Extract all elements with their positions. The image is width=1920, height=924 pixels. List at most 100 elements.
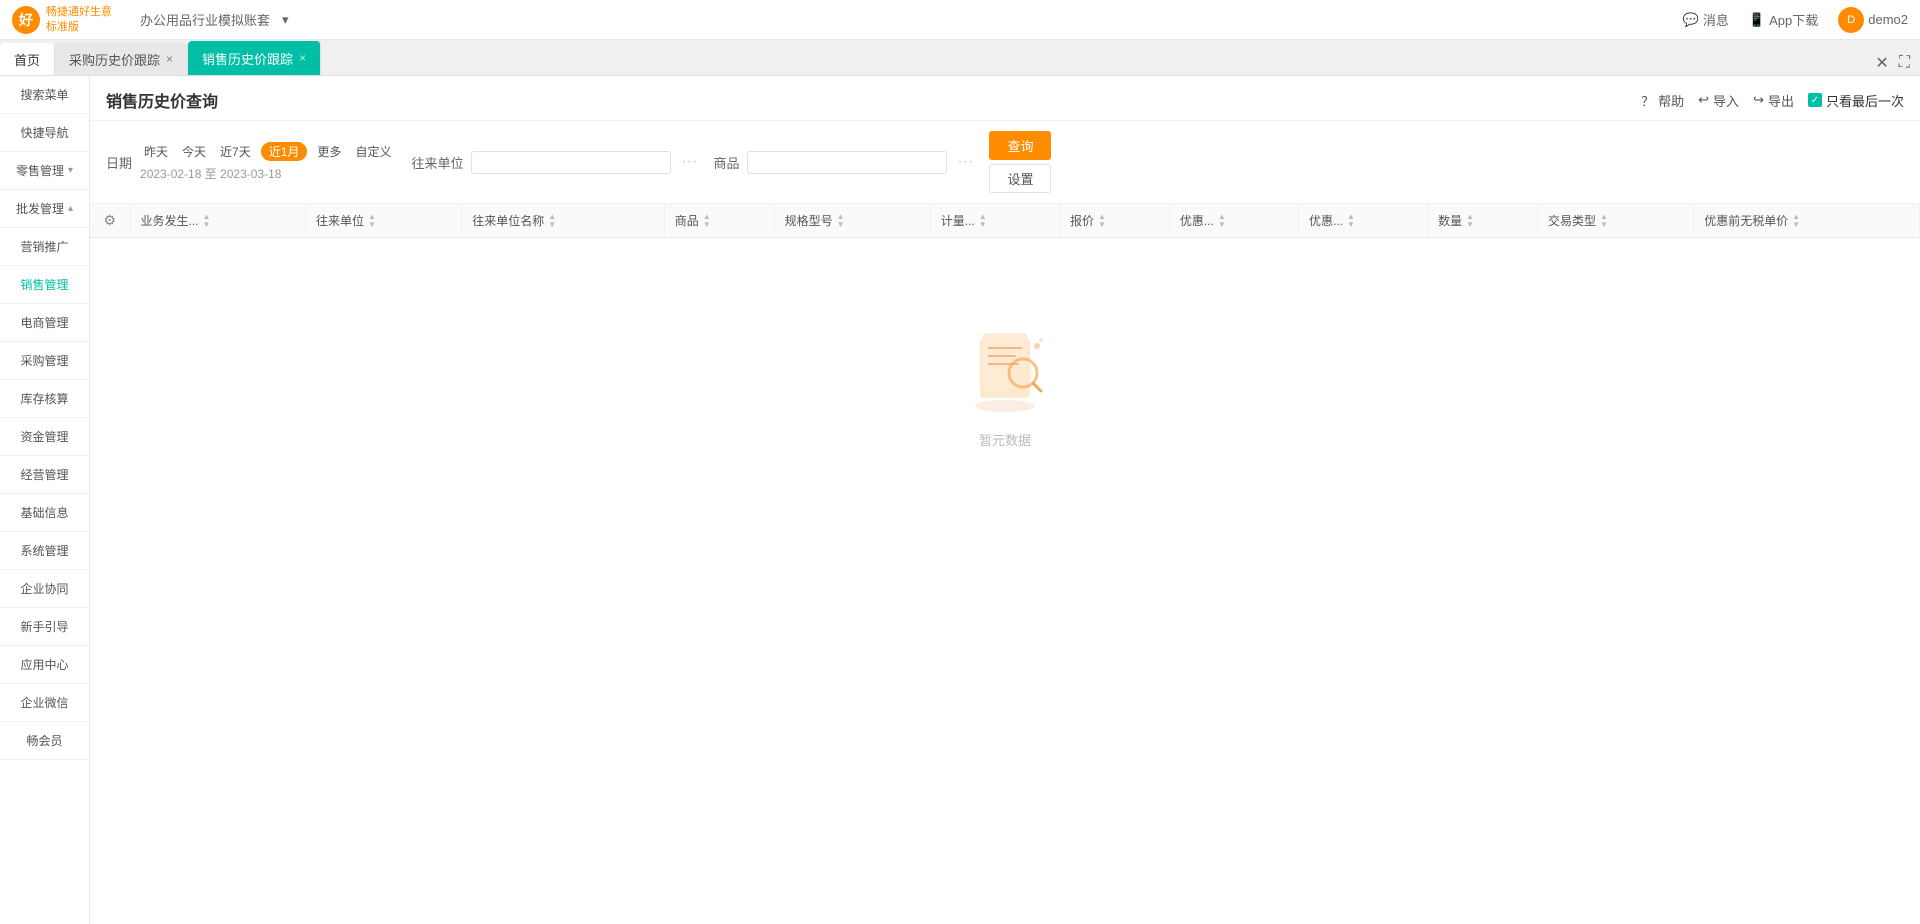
col-discount2[interactable]: 优惠... ▲▼ [1298, 204, 1427, 238]
page-container: 销售历史价查询 ？ 帮助 ↩ 导入 ↪ 导出 ✓ [90, 76, 1920, 924]
sidebar-item-retail-mgmt[interactable]: 零售管理 ▾ [0, 152, 89, 190]
message-icon: 💬 [1683, 12, 1699, 28]
import-icon: ↩ [1698, 92, 1709, 108]
sidebar: 搜索菜单 快捷导航 零售管理 ▾ 批发管理 ▴ 营销推广 销售管理 电商管理 采… [0, 76, 90, 924]
tab-bar: 首页 采购历史价跟踪 × 销售历史价跟踪 × ✕ ⛶ [0, 40, 1920, 76]
sidebar-item-system-mgmt[interactable]: 系统管理 [0, 532, 89, 570]
tab-purchase-history[interactable]: 采购历史价跟踪 × [55, 43, 188, 75]
sidebar-item-search-menu[interactable]: 搜索菜单 [0, 76, 89, 114]
main-layout: 搜索菜单 快捷导航 零售管理 ▾ 批发管理 ▴ 营销推广 销售管理 电商管理 采… [0, 76, 1920, 924]
avatar: D [1838, 7, 1864, 33]
query-button[interactable]: 查询 [989, 131, 1051, 160]
sidebar-item-enterprise-collab[interactable]: 企业协同 [0, 570, 89, 608]
sort-icon: ▲▼ [1792, 213, 1800, 229]
sidebar-item-marketing[interactable]: 营销推广 [0, 228, 89, 266]
tab-sales-history[interactable]: 销售历史价跟踪 × [188, 41, 321, 75]
sort-icon: ▲▼ [979, 213, 987, 229]
sort-icon: ▲▼ [1218, 213, 1226, 229]
sort-icon: ▲▼ [837, 213, 845, 229]
partner-filter-group: 往来单位 ··· [411, 151, 697, 174]
date-filter-group: 日期 昨天 今天 近7天 近1月 更多 自定义 2023-02-18 至 202… [106, 142, 395, 182]
message-btn[interactable]: 💬 消息 [1683, 10, 1729, 29]
col-settings[interactable]: ⚙ [90, 204, 130, 238]
col-spec[interactable]: 规格型号 ▲▼ [774, 204, 930, 238]
date-filters: 昨天 今天 近7天 近1月 更多 自定义 2023-02-18 至 2023-0… [140, 142, 395, 182]
date-label: 日期 [106, 153, 132, 172]
product-input[interactable] [747, 151, 947, 174]
sort-icon: ▲▼ [203, 213, 211, 229]
export-btn[interactable]: ↪ 导出 [1753, 91, 1794, 110]
product-filter-group: 商品 ··· [713, 151, 973, 174]
product-label: 商品 [713, 153, 739, 172]
date-btn-custom[interactable]: 自定义 [351, 142, 395, 161]
sort-icon: ▲▼ [1466, 213, 1474, 229]
empty-text: 暂元数据 [979, 430, 1031, 449]
partner-input[interactable] [471, 151, 671, 174]
logo-text: 畅捷通好生意 标准版 [46, 5, 112, 34]
sort-icon: ▲▼ [1347, 213, 1355, 229]
sidebar-item-beginner-guide[interactable]: 新手引导 [0, 608, 89, 646]
only-last-checkbox[interactable]: ✓ 只看最后一次 [1808, 91, 1904, 110]
tab-bar-actions: ✕ ⛶ [1875, 53, 1920, 75]
partner-dots-icon[interactable]: ··· [681, 153, 697, 171]
date-btn-7days[interactable]: 近7天 [216, 142, 255, 161]
date-btn-today[interactable]: 今天 [178, 142, 210, 161]
sidebar-item-basic-info[interactable]: 基础信息 [0, 494, 89, 532]
sidebar-item-wholesale-mgmt[interactable]: 批发管理 ▴ [0, 190, 89, 228]
col-pre-tax-price[interactable]: 优惠前无税单价 ▲▼ [1694, 204, 1920, 238]
logo-area: 好 畅捷通好生意 标准版 [12, 5, 112, 34]
table-header-row: ⚙ 业务发生... ▲▼ 往来单位 [90, 204, 1920, 238]
sidebar-item-quick-nav[interactable]: 快捷导航 [0, 114, 89, 152]
sort-icon: ▲▼ [1098, 213, 1106, 229]
col-partner-name[interactable]: 往来单位名称 ▲▼ [462, 204, 665, 238]
sidebar-item-app-center[interactable]: 应用中心 [0, 646, 89, 684]
tab-close-purchase[interactable]: × [166, 52, 173, 66]
settings-button[interactable]: 设置 [989, 164, 1051, 193]
filter-action-buttons: 查询 设置 [989, 131, 1051, 193]
sort-icon: ▲▼ [703, 213, 711, 229]
help-btn[interactable]: ？ 帮助 [1641, 91, 1684, 110]
page-header: 销售历史价查询 ？ 帮助 ↩ 导入 ↪ 导出 ✓ [90, 76, 1920, 121]
page-actions: ？ 帮助 ↩ 导入 ↪ 导出 ✓ 只看最后一次 [1641, 91, 1904, 110]
sidebar-item-sales-mgmt[interactable]: 销售管理 [0, 266, 89, 304]
sidebar-item-finance-mgmt[interactable]: 资金管理 [0, 418, 89, 456]
import-btn[interactable]: ↩ 导入 [1698, 91, 1739, 110]
sidebar-item-operations-mgmt[interactable]: 经营管理 [0, 456, 89, 494]
nav-dropdown-icon[interactable]: ▾ [282, 12, 289, 28]
date-btn-more[interactable]: 更多 [313, 142, 345, 161]
product-dots-icon[interactable]: ··· [957, 153, 973, 171]
col-trade-type[interactable]: 交易类型 ▲▼ [1538, 204, 1694, 238]
tab-close-all-icon[interactable]: ✕ [1875, 53, 1888, 73]
header-left: 好 畅捷通好生意 标准版 办公用品行业模拟账套 ▾ [12, 5, 289, 34]
tab-close-sales[interactable]: × [299, 51, 306, 65]
sidebar-item-enterprise-wechat[interactable]: 企业微信 [0, 684, 89, 722]
sidebar-item-inventory[interactable]: 库存核算 [0, 380, 89, 418]
date-buttons: 昨天 今天 近7天 近1月 更多 自定义 [140, 142, 395, 161]
tab-expand-icon[interactable]: ⛶ [1899, 54, 1910, 72]
logo-icon: 好 [12, 6, 40, 34]
col-quote[interactable]: 报价 ▲▼ [1059, 204, 1169, 238]
col-partner-code[interactable]: 往来单位 ▲▼ [306, 204, 462, 238]
col-discount1[interactable]: 优惠... ▲▼ [1169, 204, 1298, 238]
col-product[interactable]: 商品 ▲▼ [664, 204, 774, 238]
table-container: ⚙ 业务发生... ▲▼ 往来单位 [90, 204, 1920, 529]
sidebar-item-vip-member[interactable]: 畅会员 [0, 722, 89, 760]
col-unit[interactable]: 计量... ▲▼ [930, 204, 1059, 238]
empty-illustration [955, 318, 1055, 418]
sidebar-item-purchase-mgmt[interactable]: 采购管理 [0, 342, 89, 380]
app-download-btn[interactable]: 📱 App下载 [1749, 10, 1818, 29]
chevron-down-icon: ▾ [68, 165, 73, 176]
date-btn-yesterday[interactable]: 昨天 [140, 142, 172, 161]
col-biz-date[interactable]: 业务发生... ▲▼ [130, 204, 306, 238]
date-btn-1month[interactable]: 近1月 [261, 142, 308, 161]
data-table: ⚙ 业务发生... ▲▼ 往来单位 [90, 204, 1920, 238]
sidebar-item-ecommerce-mgmt[interactable]: 电商管理 [0, 304, 89, 342]
download-icon: 📱 [1749, 12, 1765, 28]
checkbox-icon: ✓ [1808, 93, 1822, 107]
user-menu[interactable]: D demo2 [1838, 7, 1908, 33]
page-title: 销售历史价查询 [106, 88, 218, 112]
col-quantity[interactable]: 数量 ▲▼ [1428, 204, 1538, 238]
nav-title: 办公用品行业模拟账套 [140, 10, 270, 29]
sort-icon: ▲▼ [1600, 213, 1608, 229]
tab-home[interactable]: 首页 [0, 43, 55, 75]
